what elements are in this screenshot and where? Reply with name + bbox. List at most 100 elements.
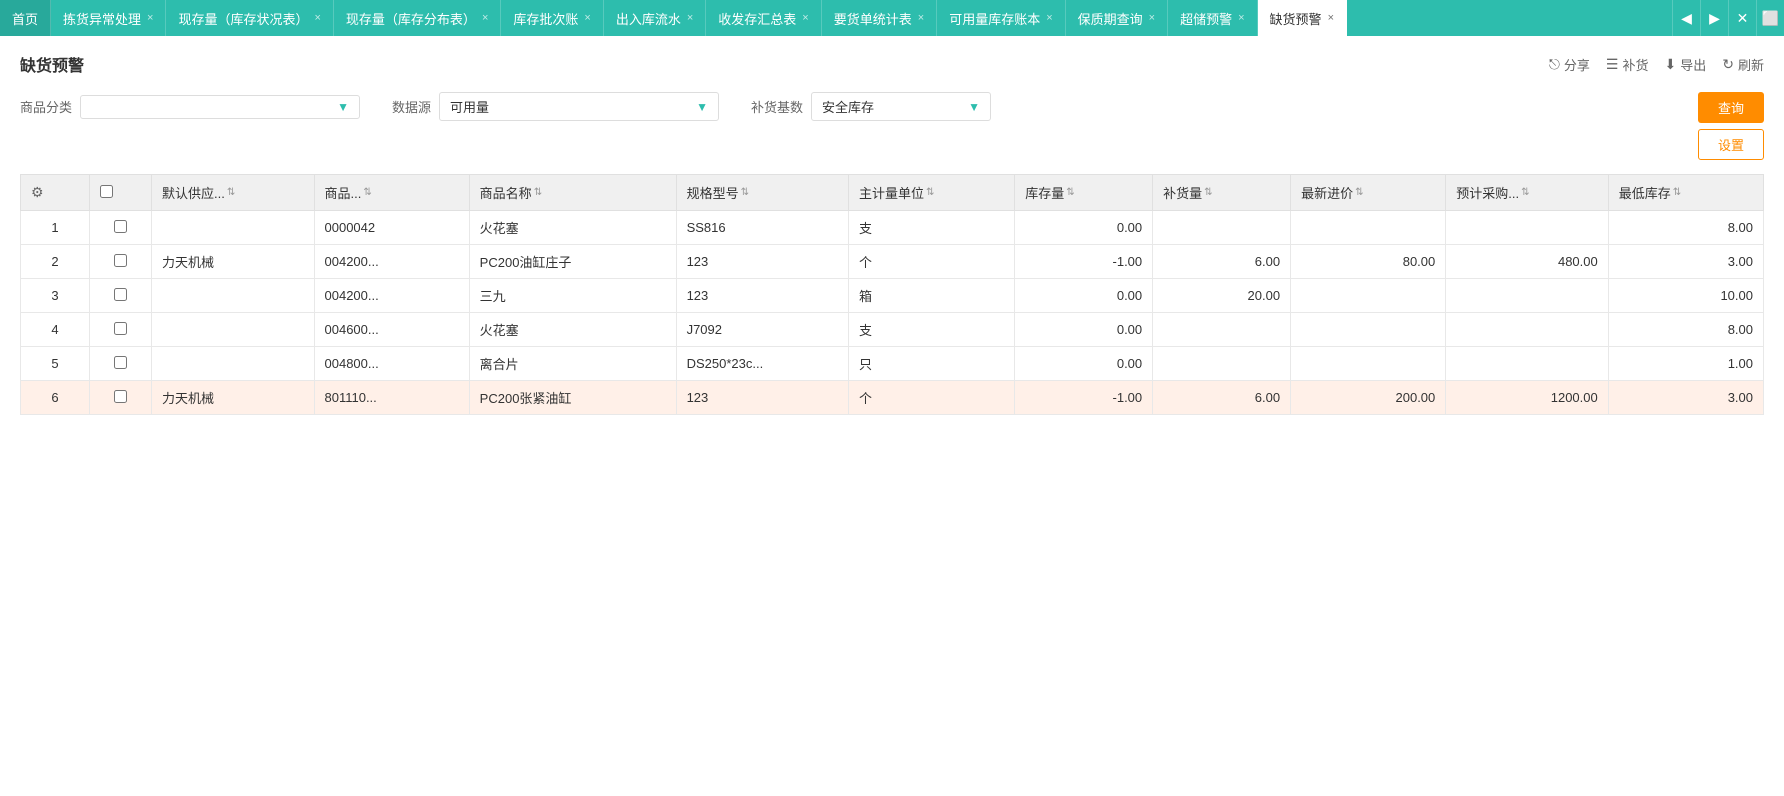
- tab-stock-dist[interactable]: 现存量（库存分布表） ×: [334, 0, 501, 36]
- export-button[interactable]: ⬇ 导出: [1665, 55, 1707, 74]
- replenish-button[interactable]: ☰ 补货: [1606, 55, 1649, 74]
- cell-name: 火花塞: [469, 313, 676, 347]
- sort-supplier-icon[interactable]: ⇅: [227, 187, 235, 198]
- sort-min-stock-icon[interactable]: ⇅: [1673, 187, 1681, 198]
- row-checkbox[interactable]: [114, 356, 127, 369]
- replenish-icon: ☰: [1606, 56, 1619, 73]
- th-settings[interactable]: ⚙: [21, 175, 90, 211]
- settings-gear-icon[interactable]: ⚙: [31, 184, 44, 200]
- cell-latest-price: 200.00: [1291, 381, 1446, 415]
- cell-replenish: 6.00: [1153, 245, 1291, 279]
- cell-code: 0000042: [314, 211, 469, 245]
- cell-est-purchase: [1446, 279, 1608, 313]
- cell-min-stock: 8.00: [1608, 211, 1763, 245]
- row-checkbox[interactable]: [114, 220, 127, 233]
- datasource-filter-group: 数据源 可用量 ▼: [392, 92, 719, 121]
- close-tab-collect[interactable]: ×: [802, 12, 808, 24]
- close-tab-stock-dist[interactable]: ×: [482, 12, 488, 24]
- cell-spec: J7092: [676, 313, 848, 347]
- tab-maximize-btn[interactable]: ⬜: [1756, 0, 1784, 36]
- close-tab-order-stat[interactable]: ×: [918, 12, 924, 24]
- sort-unit-icon[interactable]: ⇅: [926, 187, 934, 198]
- sort-name-icon[interactable]: ⇅: [534, 187, 542, 198]
- close-tab-shortage[interactable]: ×: [1328, 12, 1334, 24]
- tab-overstock[interactable]: 超储预警 ×: [1168, 0, 1257, 36]
- settings-button[interactable]: 设置: [1698, 129, 1764, 160]
- sort-replenish-icon[interactable]: ⇅: [1204, 187, 1212, 198]
- close-tab-overstock[interactable]: ×: [1238, 12, 1244, 24]
- close-tab-expiry[interactable]: ×: [1149, 12, 1155, 24]
- tab-prev-btn[interactable]: ◀: [1672, 0, 1700, 36]
- th-name: 商品名称 ⇅: [469, 175, 676, 211]
- cell-supplier: [152, 211, 314, 245]
- th-latest-price: 最新进价 ⇅: [1291, 175, 1446, 211]
- tab-next-btn[interactable]: ▶: [1700, 0, 1728, 36]
- cell-stock: 0.00: [1015, 211, 1153, 245]
- tab-stock-status[interactable]: 现存量（库存状况表） ×: [166, 0, 333, 36]
- cell-spec: DS250*23c...: [676, 347, 848, 381]
- tab-expiry[interactable]: 保质期查询 ×: [1066, 0, 1168, 36]
- tab-available[interactable]: 可用量库存账本 ×: [937, 0, 1065, 36]
- close-tab-batch[interactable]: ×: [584, 12, 590, 24]
- cell-stock: 0.00: [1015, 347, 1153, 381]
- tab-batch[interactable]: 库存批次账 ×: [501, 0, 603, 36]
- datasource-select[interactable]: 可用量 ▼: [439, 92, 719, 121]
- tab-order-stat[interactable]: 要货单统计表 ×: [822, 0, 937, 36]
- cell-name: 离合片: [469, 347, 676, 381]
- table-row: 6 力天机械 801110... PC200张紧油缸 123 个 -1.00 6…: [21, 381, 1764, 415]
- cell-index: 5: [21, 347, 90, 381]
- query-button[interactable]: 查询: [1698, 92, 1764, 123]
- tab-close-all-btn[interactable]: ✕: [1728, 0, 1756, 36]
- replenish-base-value: 安全库存: [822, 97, 874, 116]
- replenish-base-label: 补货基数: [751, 97, 803, 116]
- close-tab-available[interactable]: ×: [1046, 12, 1052, 24]
- sort-purchase-icon[interactable]: ⇅: [1521, 187, 1529, 198]
- cell-replenish: [1153, 313, 1291, 347]
- cell-name: PC200张紧油缸: [469, 381, 676, 415]
- cell-checkbox[interactable]: [89, 381, 151, 415]
- cell-checkbox[interactable]: [89, 347, 151, 381]
- cell-est-purchase: [1446, 347, 1608, 381]
- share-button[interactable]: ⎋ 分享: [1549, 55, 1590, 74]
- cell-unit: 个: [849, 245, 1015, 279]
- cell-name: 三九: [469, 279, 676, 313]
- close-tab-flow[interactable]: ×: [687, 12, 693, 24]
- export-icon: ⬇: [1665, 56, 1677, 73]
- replenish-base-select[interactable]: 安全库存 ▼: [811, 92, 991, 121]
- cell-latest-price: [1291, 211, 1446, 245]
- tab-exception[interactable]: 拣货异常处理 ×: [51, 0, 166, 36]
- th-checkbox[interactable]: [89, 175, 151, 211]
- cell-code: 004600...: [314, 313, 469, 347]
- cell-index: 1: [21, 211, 90, 245]
- tab-home[interactable]: 首页: [0, 0, 51, 36]
- cell-est-purchase: 480.00: [1446, 245, 1608, 279]
- refresh-button[interactable]: ↻ 刷新: [1722, 55, 1764, 74]
- close-tab-exception[interactable]: ×: [147, 12, 153, 24]
- sort-price-icon[interactable]: ⇅: [1355, 187, 1363, 198]
- sort-spec-icon[interactable]: ⇅: [741, 187, 749, 198]
- datasource-chevron-icon: ▼: [696, 100, 708, 114]
- sort-stock-icon[interactable]: ⇅: [1066, 187, 1074, 198]
- cell-checkbox[interactable]: [89, 313, 151, 347]
- cell-latest-price: 80.00: [1291, 245, 1446, 279]
- cell-checkbox[interactable]: [89, 211, 151, 245]
- tab-collect[interactable]: 收发存汇总表 ×: [706, 0, 821, 36]
- cell-checkbox[interactable]: [89, 279, 151, 313]
- th-spec: 规格型号 ⇅: [676, 175, 848, 211]
- row-checkbox[interactable]: [114, 322, 127, 335]
- cell-checkbox[interactable]: [89, 245, 151, 279]
- tab-flow[interactable]: 出入库流水 ×: [604, 0, 706, 36]
- row-checkbox[interactable]: [114, 390, 127, 403]
- cell-unit: 箱: [849, 279, 1015, 313]
- cell-unit: 个: [849, 381, 1015, 415]
- row-checkbox[interactable]: [114, 288, 127, 301]
- select-all-checkbox[interactable]: [100, 185, 113, 198]
- category-select[interactable]: ▼: [80, 95, 360, 119]
- row-checkbox[interactable]: [114, 254, 127, 267]
- sort-code-icon[interactable]: ⇅: [363, 187, 371, 198]
- close-tab-stock-status[interactable]: ×: [314, 12, 320, 24]
- cell-code: 004200...: [314, 279, 469, 313]
- cell-supplier: 力天机械: [152, 381, 314, 415]
- th-code: 商品... ⇅: [314, 175, 469, 211]
- tab-shortage[interactable]: 缺货预警 ×: [1258, 0, 1347, 36]
